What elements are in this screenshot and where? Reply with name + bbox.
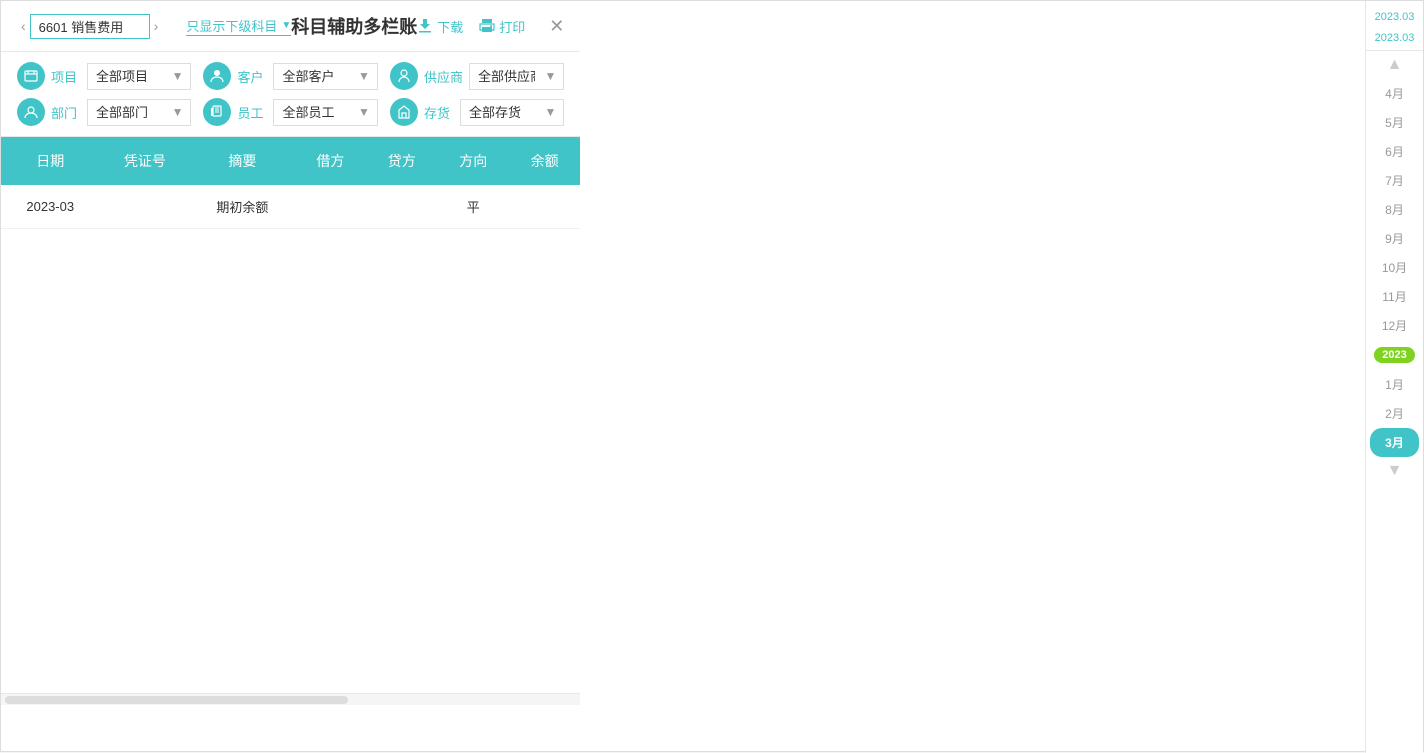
timeline-month-8[interactable]: 8月 [1366,195,1423,224]
print-icon [479,18,495,34]
supplier-icon [390,62,418,90]
action-buttons: 下载 打印 ✕ [417,16,564,37]
filter-inventory: 存货 全部存货 ▼ [390,98,564,126]
close-button[interactable]: ✕ [549,16,564,37]
timeline-month-4[interactable]: 4月 [1366,79,1423,108]
filter-employee: 员工 全部员工 ▼ [203,98,377,126]
project-select-wrapper: 全部项目 ▼ [87,63,191,90]
cell-date: 2023-03 [1,185,100,229]
col-summary: 摘要 [190,137,294,185]
filter-supplier: 供应商 全部供应商 ▼ [390,62,564,90]
year-badge: 2023 [1374,347,1414,363]
col-credit: 贷方 [366,137,437,185]
table-header-row: 日期 凭证号 摘要 借方 贷方 方向 余额 [1,137,580,185]
year-badge-wrapper: 2023 [1374,344,1414,366]
timeline-month-5[interactable]: 5月 [1366,108,1423,137]
timeline-down-arrow[interactable]: ▼ [1381,457,1409,485]
filter-row-2: 部门 全部部门 ▼ [17,98,564,126]
project-select[interactable]: 全部项目 [87,63,191,90]
department-icon [17,98,45,126]
project-icon [17,62,45,90]
inventory-select-wrapper: 全部存货 ▼ [460,99,564,126]
col-direction: 方向 [437,137,508,185]
filter-department: 部门 全部部门 ▼ [17,98,191,126]
cell-direction: 平 [437,185,508,229]
customer-icon [203,62,231,90]
customer-label: 客户 [237,67,267,86]
employee-select-wrapper: 全部员工 ▼ [273,99,377,126]
customer-select-wrapper: 全部客户 ▼ [273,63,377,90]
col-voucher: 凭证号 [100,137,191,185]
col-balance: 余额 [509,137,580,185]
timeline-month-2[interactable]: 2月 [1366,399,1423,428]
download-icon [417,18,433,34]
cell-debit [295,185,366,229]
data-table: 日期 凭证号 摘要 借方 贷方 方向 余额 2023-03 [1,137,580,229]
timeline-month-6[interactable]: 6月 [1366,137,1423,166]
employee-icon [203,98,231,126]
horizontal-scrollbar[interactable] [5,696,348,704]
horizontal-scrollbar-area[interactable] [1,693,580,705]
header-bar: ‹ › 只显示下级科目 ▼ 科目辅助多栏账 下载 [1,1,580,52]
col-date: 日期 [1,137,100,185]
download-button[interactable]: 下载 [417,17,463,36]
filter-area: 项目 全部项目 ▼ [1,52,580,137]
timeline-month-11[interactable]: 11月 [1366,282,1423,311]
department-select-wrapper: 全部部门 ▼ [87,99,191,126]
timeline-period-top-2[interactable]: 2023.03 [1366,30,1423,51]
supplier-label: 供应商 [424,67,463,86]
cell-credit [366,185,437,229]
timeline-month-10[interactable]: 10月 [1366,253,1423,282]
content-area: ‹ › 只显示下级科目 ▼ 科目辅助多栏账 下载 [1,1,580,751]
timeline-month-3-active[interactable]: 3月 [1370,428,1419,457]
cell-summary: 期初余额 [190,185,294,229]
inventory-icon [390,98,418,126]
customer-select[interactable]: 全部客户 [273,63,377,90]
account-code-input[interactable] [30,14,150,39]
print-button[interactable]: 打印 [479,17,525,36]
main-window: ‹ › 只显示下级科目 ▼ 科目辅助多栏账 下载 [0,0,1424,752]
filter-row-1: 项目 全部项目 ▼ [17,62,564,90]
timeline-panel: 2023.03 2023.03 ▲ 4月 5月 6月 7月 8月 9月 10月 … [1365,1,1423,753]
show-sub-label: 只显示下级科目 [186,16,277,35]
timeline-period-top-1[interactable]: 2023.03 [1373,5,1417,30]
department-label: 部门 [51,103,81,122]
project-label: 项目 [51,67,81,86]
cell-voucher [100,185,191,229]
inventory-label: 存货 [424,103,454,122]
show-sub-chevron-icon: ▼ [281,20,291,31]
print-label: 打印 [499,17,525,36]
supplier-select-wrapper: 全部供应商 ▼ [469,63,564,90]
supplier-select[interactable]: 全部供应商 [469,63,564,90]
inventory-select[interactable]: 全部存货 [460,99,564,126]
next-arrow[interactable]: › [150,16,163,36]
employee-label: 员工 [237,103,267,122]
filter-project: 项目 全部项目 ▼ [17,62,191,90]
timeline-month-12[interactable]: 12月 [1366,311,1423,340]
department-select[interactable]: 全部部门 [87,99,191,126]
cell-balance [509,185,580,229]
show-sub-button[interactable]: 只显示下级科目 ▼ [186,16,291,36]
col-debit: 借方 [295,137,366,185]
download-label: 下载 [437,17,463,36]
table-wrapper[interactable]: 日期 凭证号 摘要 借方 贷方 方向 余额 2023-03 [1,137,580,693]
prev-arrow[interactable]: ‹ [17,16,30,36]
timeline-month-7[interactable]: 7月 [1366,166,1423,195]
employee-select[interactable]: 全部员工 [273,99,377,126]
timeline-up-arrow[interactable]: ▲ [1381,51,1409,79]
timeline-month-9[interactable]: 9月 [1366,224,1423,253]
timeline-month-1[interactable]: 1月 [1366,370,1423,399]
table-row: 2023-03 期初余额 平 [1,185,580,229]
page-title: 科目辅助多栏账 [291,13,417,39]
filter-customer: 客户 全部客户 ▼ [203,62,377,90]
